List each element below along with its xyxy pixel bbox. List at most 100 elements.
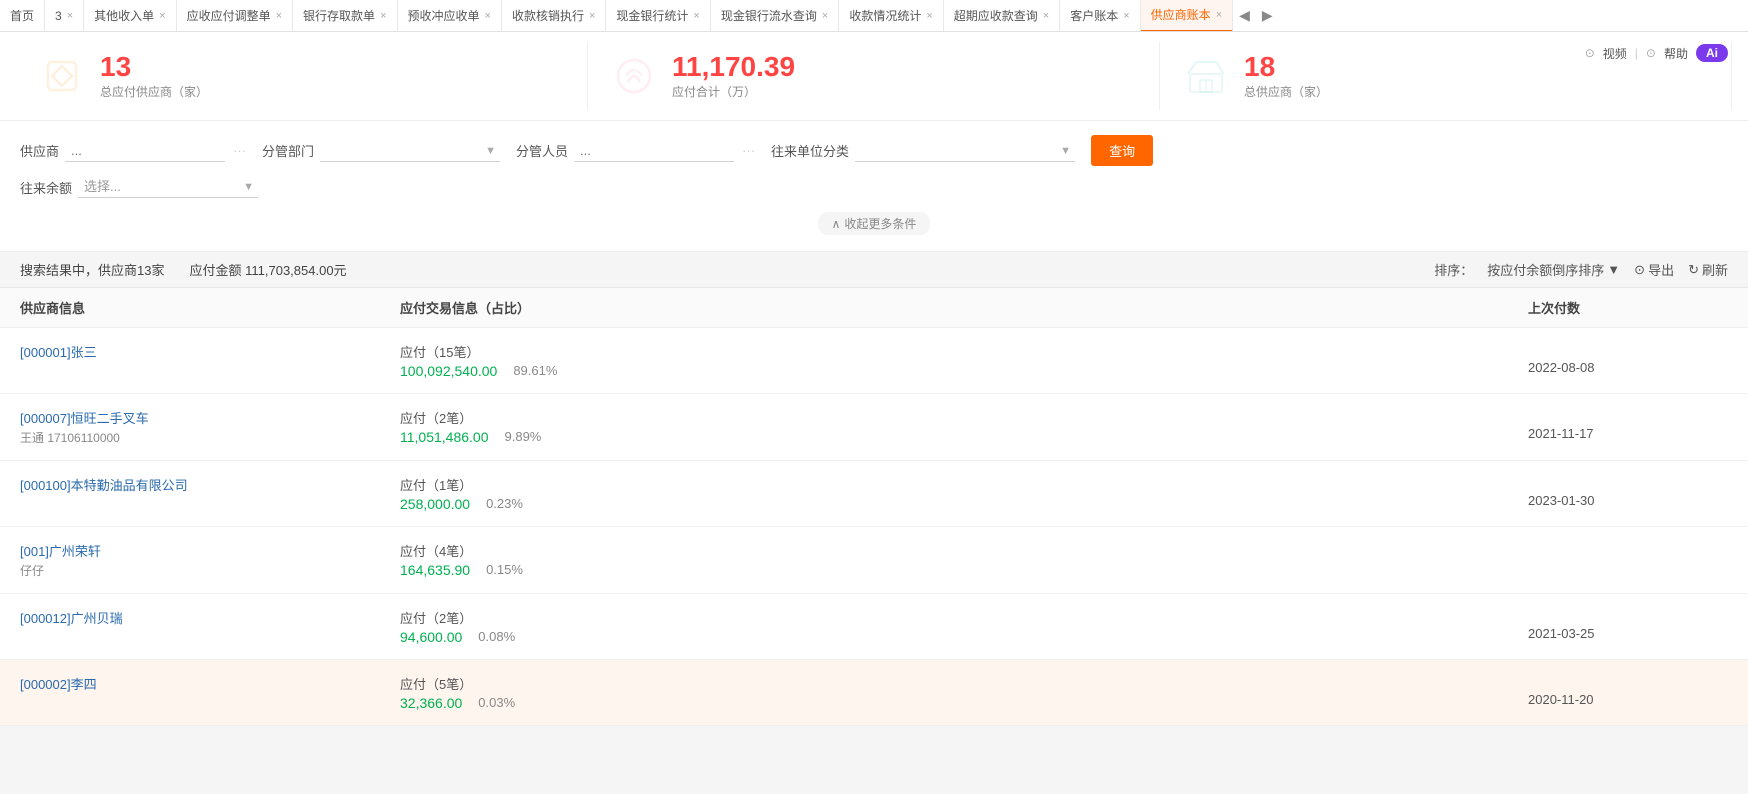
payable-pct: 9.89% [505, 429, 542, 444]
payable-label: 应付（4笔） [400, 541, 1528, 560]
export-icon: ⊙ [1634, 262, 1645, 278]
table-row: [000007]恒旺二手叉车 王通 17106110000 应付（2笔） 11,… [0, 394, 1748, 461]
payable-amount: 258,000.00 [400, 496, 470, 512]
payable-pct: 0.08% [478, 629, 515, 644]
search-row-2: 往来余额 选择... ▼ [20, 176, 1728, 198]
payable-pct: 0.03% [478, 695, 515, 710]
nav-tab-customer-account[interactable]: 客户账本 × [1060, 0, 1140, 32]
stat-number-total-suppliers: 18 [1244, 52, 1328, 83]
close-icon[interactable]: × [159, 10, 165, 22]
close-icon[interactable]: × [693, 10, 699, 22]
result-bar: 搜索结果中，供应商13家 应付金额 111,703,854.00元 排序： 按应… [0, 252, 1748, 288]
refresh-button[interactable]: ↻ 刷新 [1688, 260, 1728, 279]
nav-tab-ap-adjust[interactable]: 应收应付调整单 × [177, 0, 293, 32]
supplier-cell: [000002]李四 [20, 674, 400, 693]
supplier-cell: [000100]本特勤油品有限公司 [20, 475, 400, 494]
category-label: 往来单位分类 [771, 141, 849, 160]
stat-number-payable-suppliers: 13 [100, 52, 208, 83]
supplier-link[interactable]: [000001]张三 [20, 345, 97, 360]
balance-field: 往来余额 选择... ▼ [20, 176, 258, 198]
header-payable: 应付交易信息（占比） [400, 298, 1528, 317]
result-info: 搜索结果中，供应商13家 应付金额 111,703,854.00元 [20, 260, 371, 279]
close-icon[interactable]: × [1043, 10, 1049, 22]
balance-label: 往来余额 [20, 178, 72, 197]
lastpay-cell: 2022-08-08 [1528, 342, 1728, 375]
payable-cell: 应付（15笔） 100,092,540.00 89.61% [400, 342, 1528, 379]
top-nav: 首页 3 × 其他收入单 × 应收应付调整单 × 银行存取款单 × 预收冲应收单… [0, 0, 1748, 32]
lastpay-cell: 2023-01-30 [1528, 475, 1728, 508]
supplier-input[interactable] [65, 140, 225, 162]
video-link[interactable]: 视频 [1603, 45, 1627, 62]
close-icon[interactable]: × [822, 10, 828, 22]
close-icon[interactable]: × [926, 10, 932, 22]
payable-label: 应付（1笔） [400, 475, 1528, 494]
person-input[interactable] [574, 140, 734, 162]
payable-amount: 11,051,486.00 [400, 429, 489, 445]
close-icon[interactable]: × [485, 10, 491, 22]
payable-cell: 应付（5笔） 32,366.00 0.03% [400, 674, 1528, 711]
stat-number-payable-total: 11,170.39 [672, 52, 795, 83]
nav-prev-arrow[interactable]: ◀ [1233, 7, 1256, 24]
supplier-link[interactable]: [000007]恒旺二手叉车 [20, 411, 149, 426]
stat-label-total-suppliers: 总供应商（家） [1244, 83, 1328, 100]
close-icon[interactable]: × [589, 10, 595, 22]
supplier-cell: [000007]恒旺二手叉车 王通 17106110000 [20, 408, 400, 446]
dept-select[interactable] [320, 140, 500, 162]
nav-next-arrow[interactable]: ▶ [1256, 7, 1279, 24]
supplier-input-icon: ··· [233, 143, 246, 158]
payable-label: 应付（5笔） [400, 674, 1528, 693]
nav-tab-cash-bank-stat[interactable]: 现金银行统计 × [606, 0, 710, 32]
payable-label: 应付（2笔） [400, 608, 1528, 627]
nav-tab-bank-deposit[interactable]: 银行存取款单 × [293, 0, 397, 32]
help-link[interactable]: 帮助 [1664, 45, 1688, 62]
dept-label: 分管部门 [262, 141, 314, 160]
query-button[interactable]: 查询 [1091, 135, 1153, 166]
diamond-icon [36, 50, 88, 102]
nav-tab-prepay-collect[interactable]: 预收冲应收单 × [398, 0, 502, 32]
collapse-button[interactable]: ∧ 收起更多条件 [818, 212, 931, 235]
search-row-1: 供应商 ··· 分管部门 ▼ 分管人员 ··· 往来单位分类 [20, 135, 1728, 166]
close-icon[interactable]: × [380, 10, 386, 22]
nav-tab-cash-bank-flow[interactable]: 现金银行流水查询 × [711, 0, 839, 32]
payable-label: 应付（15笔） [400, 342, 1528, 361]
sort-select[interactable]: 按应付余额倒序排序 ▼ [1487, 260, 1620, 279]
close-icon[interactable]: × [1216, 9, 1222, 21]
nav-tab-home[interactable]: 首页 [0, 0, 45, 32]
ai-button[interactable]: Ai [1696, 44, 1728, 62]
supplier-cell: [000001]张三 [20, 342, 400, 361]
stat-item-suppliers-payable: 13 总应付供应商（家） [16, 42, 588, 110]
lastpay-cell: 2021-11-17 [1528, 408, 1728, 441]
sort-chevron-icon: ▼ [1607, 262, 1620, 277]
nav-tab-other-income[interactable]: 其他收入单 × [84, 0, 176, 32]
balance-select[interactable]: 选择... [78, 176, 258, 198]
supplier-link[interactable]: [000012]广州贝瑞 [20, 611, 123, 626]
export-button[interactable]: ⊙ 导出 [1634, 260, 1674, 279]
wheat-icon [608, 50, 660, 102]
nav-tab-collect-stat[interactable]: 收款情况统计 × [839, 0, 943, 32]
close-icon[interactable]: × [1123, 10, 1129, 22]
payable-amount: 94,600.00 [400, 629, 462, 645]
nav-tab-supplier-account[interactable]: 供应商账本 × [1141, 0, 1233, 32]
nav-tab-3[interactable]: 3 × [45, 0, 84, 32]
lastpay-cell: 2021-03-25 [1528, 608, 1728, 641]
category-select[interactable] [855, 140, 1075, 162]
supplier-sub: 王通 17106110000 [20, 429, 400, 446]
nav-tab-overdue-collect[interactable]: 超期应收款查询 × [944, 0, 1060, 32]
supplier-cell: [001]广州荣轩 仔仔 [20, 541, 400, 579]
result-summary-text: 搜索结果中，供应商13家 应付金额 111,703,854.00元 [20, 263, 359, 278]
chevron-up-icon: ∧ [832, 217, 841, 231]
supplier-link[interactable]: [000100]本特勤油品有限公司 [20, 478, 188, 493]
nav-tab-collect-verify[interactable]: 收款核销执行 × [502, 0, 606, 32]
person-label: 分管人员 [516, 141, 568, 160]
stat-label-payable-suppliers: 总应付供应商（家） [100, 83, 208, 100]
supplier-link[interactable]: [000002]李四 [20, 677, 97, 692]
payable-cell: 应付（4笔） 164,635.90 0.15% [400, 541, 1528, 578]
payable-pct: 89.61% [513, 363, 557, 378]
supplier-sub: 仔仔 [20, 562, 400, 579]
payable-amount: 100,092,540.00 [400, 363, 497, 379]
payable-cell: 应付（2笔） 94,600.00 0.08% [400, 608, 1528, 645]
close-icon[interactable]: × [67, 10, 73, 22]
supplier-link[interactable]: [001]广州荣轩 [20, 544, 101, 559]
table-row: [000100]本特勤油品有限公司 应付（1笔） 258,000.00 0.23… [0, 461, 1748, 527]
close-icon[interactable]: × [276, 10, 282, 22]
